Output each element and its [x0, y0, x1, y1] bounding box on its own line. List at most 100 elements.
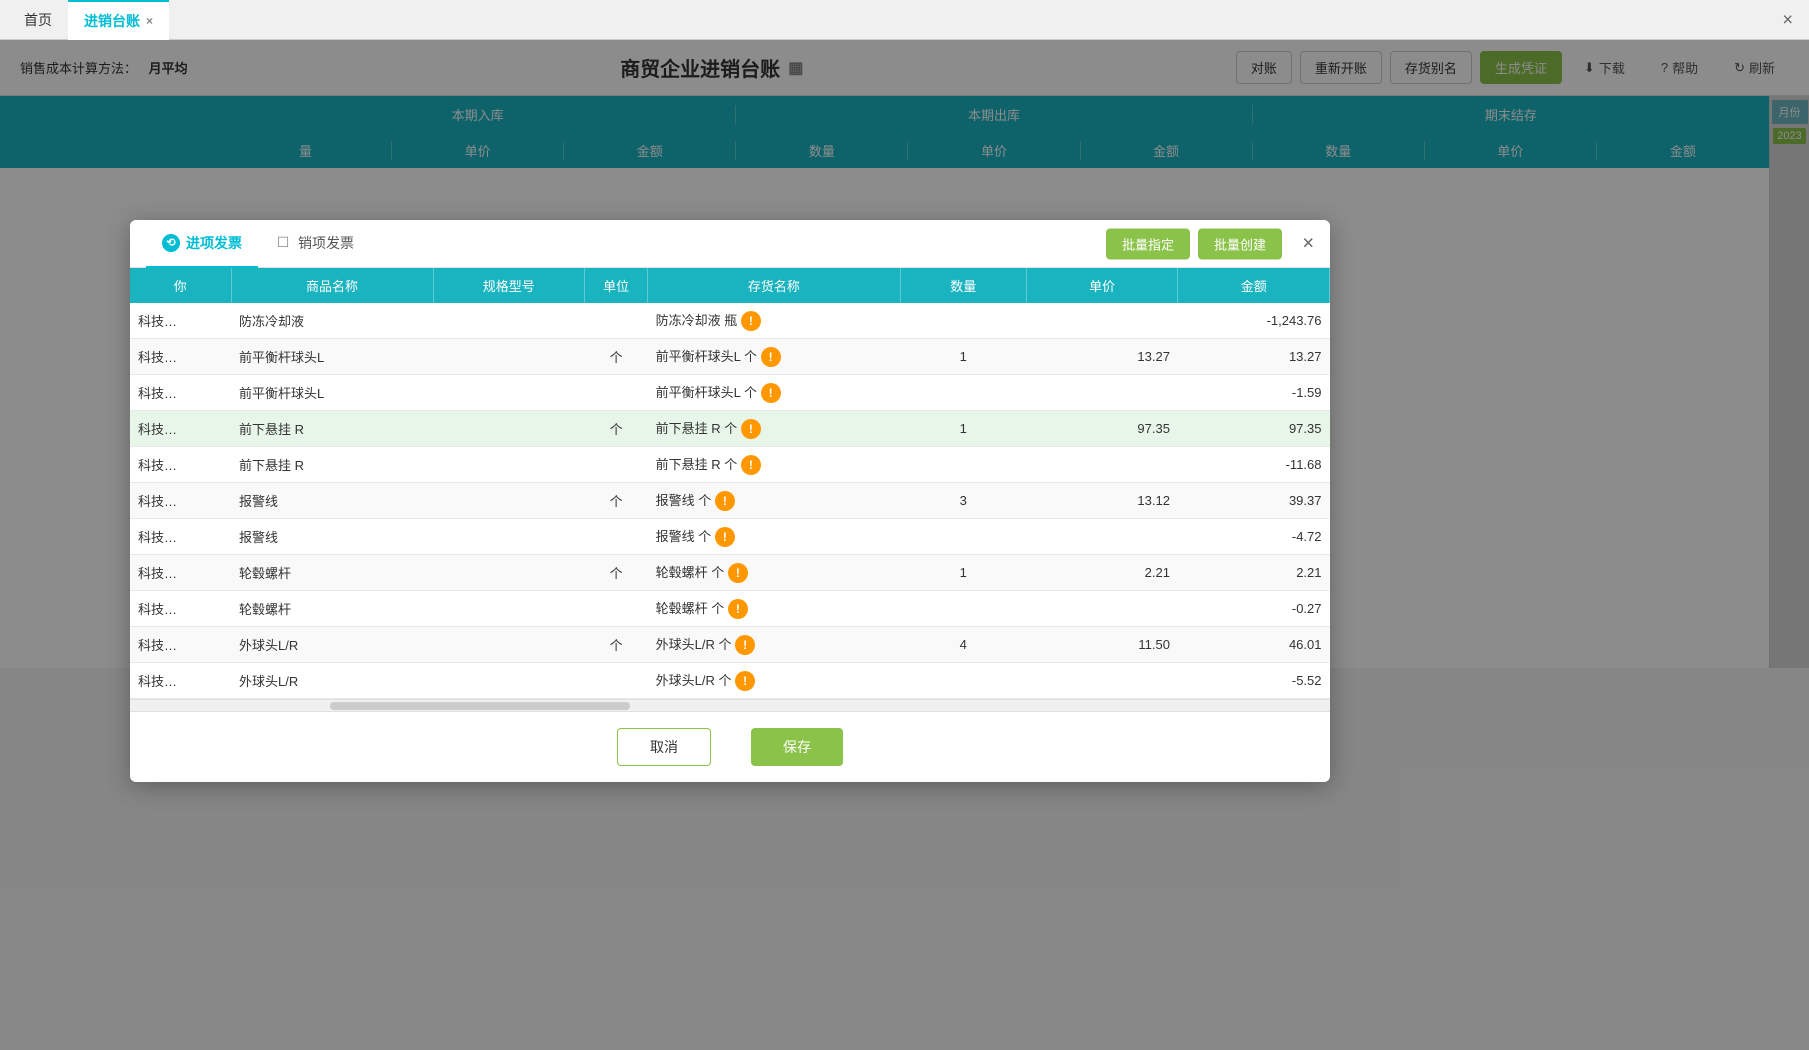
modal-dialog: ⟲ 进项发票 ☐ 销项发票 批量指定 批量创建 × 你 商品名称 规格型号 [130, 220, 1330, 782]
cell-qty [900, 519, 1026, 555]
cell-amount: 2.21 [1178, 555, 1330, 591]
cell-price [1026, 663, 1178, 699]
table-row[interactable]: 科技… 前平衡杆球头L 前平衡杆球头L 个 ! -1.59 [130, 375, 1330, 411]
cell-unit: 个 [585, 339, 648, 375]
cell-company: 科技… [130, 447, 231, 483]
table-row[interactable]: 科技… 外球头L/R 个 外球头L/R 个 ! 4 11.50 46.01 [130, 627, 1330, 663]
cell-product: 前平衡杆球头L [231, 375, 433, 411]
warn-icon: ! [761, 347, 781, 367]
th-price: 单价 [1026, 268, 1178, 303]
modal-action-buttons: 批量指定 批量创建 [1106, 228, 1282, 259]
table-row[interactable]: 科技… 防冻冷却液 防冻冷却液 瓶 ! -1,243.76 [130, 303, 1330, 339]
tab-home[interactable]: 首页 [8, 0, 68, 40]
cell-amount: -11.68 [1178, 447, 1330, 483]
cell-spec [433, 627, 585, 663]
cell-spec [433, 411, 585, 447]
incoming-invoice-label: 进项发票 [186, 233, 242, 253]
cell-price [1026, 519, 1178, 555]
cell-company: 科技… [130, 663, 231, 699]
th-qty: 数量 [900, 268, 1026, 303]
modal-close-button[interactable]: × [1302, 232, 1314, 255]
cell-company: 科技… [130, 339, 231, 375]
cell-amount: -5.52 [1178, 663, 1330, 699]
th-company: 你 [130, 268, 231, 303]
warn-icon: ! [715, 527, 735, 547]
cell-company: 科技… [130, 375, 231, 411]
save-button[interactable]: 保存 [751, 728, 843, 766]
table-row[interactable]: 科技… 报警线 个 报警线 个 ! 3 13.12 39.37 [130, 483, 1330, 519]
cell-spec [433, 663, 585, 699]
cell-spec [433, 339, 585, 375]
cell-inventory: 前平衡杆球头L 个 ! [648, 375, 901, 411]
cell-company: 科技… [130, 483, 231, 519]
cell-price [1026, 447, 1178, 483]
cell-inventory: 报警线 个 ! [648, 483, 901, 519]
warn-icon: ! [741, 311, 761, 331]
modal-table-container[interactable]: 你 商品名称 规格型号 单位 存货名称 数量 单价 金额 科技… 防冻冷却液 防… [130, 268, 1330, 699]
cell-spec [433, 303, 585, 339]
incoming-invoice-icon: ⟲ [162, 234, 180, 252]
cell-inventory: 前下悬挂 R 个 ! [648, 411, 901, 447]
cell-inventory: 报警线 个 ! [648, 519, 901, 555]
table-row[interactable]: 科技… 外球头L/R 外球头L/R 个 ! -5.52 [130, 663, 1330, 699]
cell-price: 13.27 [1026, 339, 1178, 375]
cell-product: 报警线 [231, 519, 433, 555]
cell-qty [900, 375, 1026, 411]
cell-unit [585, 447, 648, 483]
cell-product: 轮毂螺杆 [231, 591, 433, 627]
cell-inventory: 前平衡杆球头L 个 ! [648, 339, 901, 375]
warn-icon: ! [735, 635, 755, 655]
table-row[interactable]: 科技… 报警线 报警线 个 ! -4.72 [130, 519, 1330, 555]
cell-amount: 46.01 [1178, 627, 1330, 663]
tab-ledger-close[interactable]: × [146, 14, 153, 28]
th-amount: 金额 [1178, 268, 1330, 303]
cell-qty: 1 [900, 339, 1026, 375]
cell-qty [900, 303, 1026, 339]
tab-ledger-label: 进销台账 [84, 11, 140, 31]
cell-amount: -1.59 [1178, 375, 1330, 411]
cell-product: 外球头L/R [231, 627, 433, 663]
table-row[interactable]: 科技… 轮毂螺杆 轮毂螺杆 个 ! -0.27 [130, 591, 1330, 627]
cell-inventory: 外球头L/R 个 ! [648, 663, 901, 699]
outgoing-invoice-icon: ☐ [274, 234, 292, 252]
warn-icon: ! [728, 599, 748, 619]
warn-icon: ! [741, 419, 761, 439]
modal-footer: 取消 保存 [130, 711, 1330, 782]
modal-tab-incoming[interactable]: ⟲ 进项发票 [146, 220, 258, 268]
batch-create-button[interactable]: 批量创建 [1198, 228, 1282, 259]
modal-scroll-thumb[interactable] [330, 702, 630, 710]
table-row[interactable]: 科技… 前下悬挂 R 前下悬挂 R 个 ! -11.68 [130, 447, 1330, 483]
warn-icon: ! [728, 563, 748, 583]
cell-amount: -4.72 [1178, 519, 1330, 555]
table-row[interactable]: 科技… 轮毂螺杆 个 轮毂螺杆 个 ! 1 2.21 2.21 [130, 555, 1330, 591]
table-row[interactable]: 科技… 前下悬挂 R 个 前下悬挂 R 个 ! 1 97.35 97.35 [130, 411, 1330, 447]
modal-tab-outgoing[interactable]: ☐ 销项发票 [258, 220, 370, 268]
cell-inventory: 轮毂螺杆 个 ! [648, 555, 901, 591]
cell-unit [585, 663, 648, 699]
cell-company: 科技… [130, 555, 231, 591]
cell-amount: -1,243.76 [1178, 303, 1330, 339]
batch-assign-button[interactable]: 批量指定 [1106, 228, 1190, 259]
cell-inventory: 防冻冷却液 瓶 ! [648, 303, 901, 339]
cell-product: 前下悬挂 R [231, 411, 433, 447]
outgoing-invoice-label: 销项发票 [298, 233, 354, 253]
tab-ledger[interactable]: 进销台账 × [68, 0, 169, 40]
cell-product: 前下悬挂 R [231, 447, 433, 483]
cell-qty: 1 [900, 555, 1026, 591]
cell-price: 11.50 [1026, 627, 1178, 663]
cell-price: 2.21 [1026, 555, 1178, 591]
cell-company: 科技… [130, 519, 231, 555]
cell-spec [433, 519, 585, 555]
window-close-button[interactable]: × [1782, 9, 1793, 30]
modal-scrollbar[interactable] [130, 699, 1330, 711]
cell-qty: 1 [900, 411, 1026, 447]
cell-spec [433, 447, 585, 483]
table-row[interactable]: 科技… 前平衡杆球头L 个 前平衡杆球头L 个 ! 1 13.27 13.27 [130, 339, 1330, 375]
cell-amount: 13.27 [1178, 339, 1330, 375]
th-spec: 规格型号 [433, 268, 585, 303]
th-unit: 单位 [585, 268, 648, 303]
cell-company: 科技… [130, 411, 231, 447]
cell-price [1026, 375, 1178, 411]
cell-company: 科技… [130, 303, 231, 339]
cancel-button[interactable]: 取消 [617, 728, 711, 766]
